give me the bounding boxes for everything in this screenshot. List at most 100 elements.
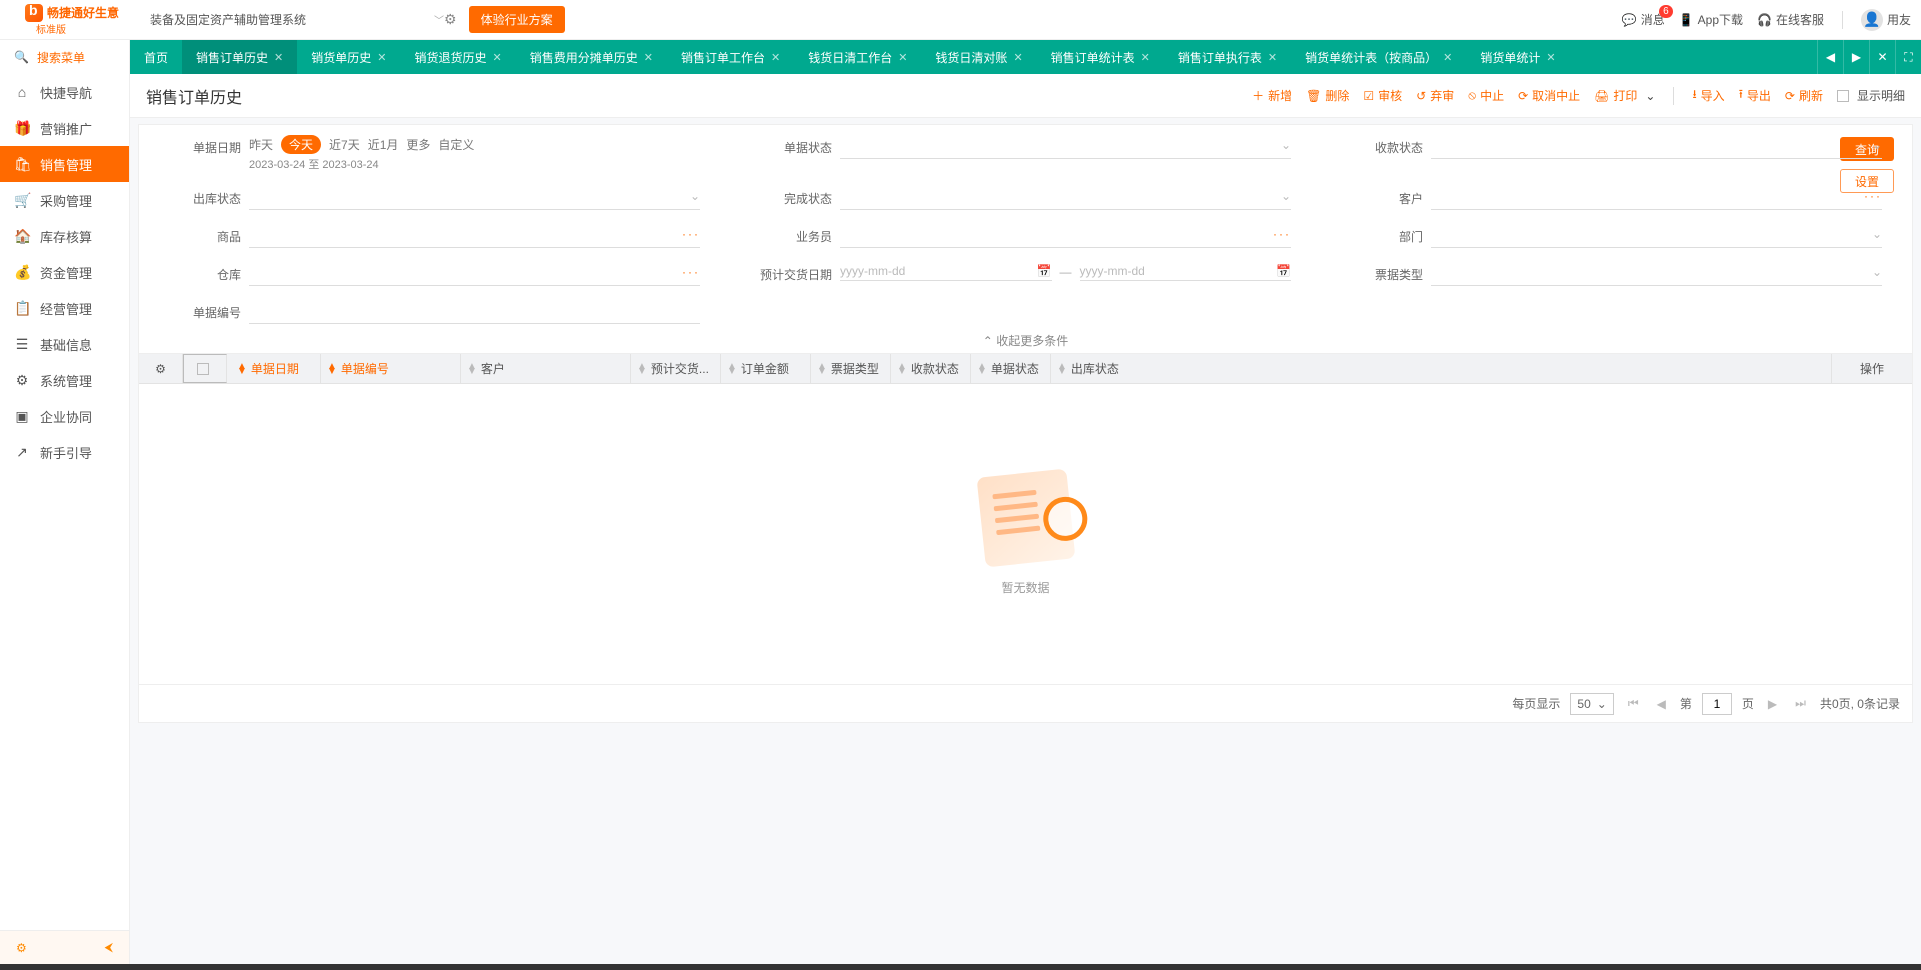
tab[interactable]: 销货单历史✕ xyxy=(297,40,400,74)
refresh-button[interactable]: ⟳刷新 xyxy=(1785,87,1823,104)
close-icon[interactable]: ✕ xyxy=(1443,51,1452,64)
tab-close-all[interactable]: ✕ xyxy=(1869,40,1895,74)
close-icon[interactable]: ✕ xyxy=(1013,51,1022,64)
filter-salesman[interactable]: ··· xyxy=(840,224,1291,248)
table-column-header[interactable]: ▲▼客户 xyxy=(461,354,631,383)
customer-service-button[interactable]: 🎧 在线客服 xyxy=(1757,11,1824,28)
sidebar-item[interactable]: 🛍销售管理 xyxy=(0,146,129,182)
page-input[interactable] xyxy=(1702,693,1732,715)
export-button[interactable]: ⭱导出 xyxy=(1739,85,1771,106)
column-label: 客户 xyxy=(481,360,505,377)
settings-icon[interactable]: ⚙ xyxy=(16,941,27,955)
table-column-header[interactable]: ▲▼单据编号 xyxy=(321,354,461,383)
add-button[interactable]: ＋新增 xyxy=(1252,87,1292,104)
gear-icon[interactable]: ⚙ xyxy=(444,11,457,28)
tab[interactable]: 销货单统计表（按商品）✕ xyxy=(1291,40,1466,74)
close-icon[interactable]: ✕ xyxy=(644,51,653,64)
date-chip[interactable]: 近7天 xyxy=(329,136,360,153)
date-chip[interactable]: 更多 xyxy=(406,136,430,153)
collapse-sidebar-icon[interactable]: ⮜ xyxy=(104,940,113,955)
tab[interactable]: 销售订单执行表✕ xyxy=(1164,40,1291,74)
page-last[interactable]: ⏭ xyxy=(1791,696,1810,711)
sidebar-item[interactable]: ↗新手引导 xyxy=(0,434,129,470)
table-column-header[interactable]: ▲▼出库状态 xyxy=(1051,354,1832,383)
date-chip[interactable]: 近1月 xyxy=(368,136,399,153)
sidebar-item[interactable]: 📋经营管理 xyxy=(0,290,129,326)
sidebar-item[interactable]: ☰基础信息 xyxy=(0,326,129,362)
tab[interactable]: 钱货日清对账✕ xyxy=(921,40,1036,74)
close-icon[interactable]: ✕ xyxy=(771,51,780,64)
sidebar-search-placeholder: 搜索菜单 xyxy=(37,49,85,66)
tab[interactable]: 销售费用分摊单历史✕ xyxy=(516,40,667,74)
tab[interactable]: 销售订单历史✕ xyxy=(182,40,297,74)
per-page-select[interactable]: 50⌄ xyxy=(1570,693,1613,715)
delete-button[interactable]: 🗑删除 xyxy=(1306,87,1349,104)
tab[interactable]: 销货退货历史✕ xyxy=(400,40,515,74)
table-column-header[interactable]: ▲▼预计交货... xyxy=(631,354,721,383)
filter-doc-no[interactable] xyxy=(249,300,700,324)
close-icon[interactable]: ✕ xyxy=(274,51,283,64)
filter-out-status[interactable]: ⌄ xyxy=(249,186,700,210)
page-next[interactable]: ▶ xyxy=(1764,697,1781,711)
table-column-header[interactable]: ▲▼票据类型 xyxy=(811,354,891,383)
sidebar-item[interactable]: 💰资金管理 xyxy=(0,254,129,290)
stop-button[interactable]: ⦸中止 xyxy=(1468,87,1504,104)
expect-date-to[interactable]: yyyy-mm-dd📅 xyxy=(1080,262,1292,281)
th-settings[interactable]: ⚙ xyxy=(139,354,183,383)
sidebar-item[interactable]: ⚙系统管理 xyxy=(0,362,129,398)
print-button[interactable]: 🖨打印⌄ xyxy=(1594,87,1655,104)
filter-warehouse[interactable]: ··· xyxy=(249,262,700,286)
date-chip[interactable]: 自定义 xyxy=(438,136,474,153)
tab[interactable]: 钱货日清工作台✕ xyxy=(794,40,921,74)
close-icon[interactable]: ✕ xyxy=(1141,51,1150,64)
sidebar-item[interactable]: 🛒采购管理 xyxy=(0,182,129,218)
page-prev[interactable]: ◀ xyxy=(1653,697,1670,711)
filter-dept[interactable]: ⌄ xyxy=(1431,224,1882,248)
close-icon[interactable]: ✕ xyxy=(898,51,907,64)
table-column-header[interactable]: ▲▼单据日期 xyxy=(231,354,321,383)
expect-date-from[interactable]: yyyy-mm-dd📅 xyxy=(840,262,1052,281)
filter-customer[interactable]: ··· xyxy=(1431,186,1882,210)
unstop-button[interactable]: ⟳取消中止 xyxy=(1518,87,1580,104)
tab-scroll-right[interactable]: ▶ xyxy=(1843,40,1869,74)
filter-doc-status[interactable]: ⌄ xyxy=(840,135,1291,159)
app-download-button[interactable]: 📱 App下载 xyxy=(1679,11,1743,28)
close-icon[interactable]: ✕ xyxy=(493,51,502,64)
table-column-header[interactable]: ▲▼订单金额 xyxy=(721,354,811,383)
sidebar-item[interactable]: ▣企业协同 xyxy=(0,398,129,434)
tab[interactable]: 销售订单工作台✕ xyxy=(667,40,794,74)
filter-pay-status[interactable]: ⌄ xyxy=(1431,135,1882,159)
user-menu[interactable]: 👤 用友 xyxy=(1861,9,1911,31)
tab[interactable]: 首页 xyxy=(130,40,182,74)
filter-ticket-type[interactable]: ⌄ xyxy=(1431,262,1882,286)
system-selector[interactable]: 装备及固定资产辅助管理系统 ﹀ xyxy=(150,11,444,28)
th-checkbox[interactable] xyxy=(183,354,227,383)
collapse-filters[interactable]: ⌃ 收起更多条件 xyxy=(138,328,1913,354)
close-icon[interactable]: ✕ xyxy=(1268,51,1277,64)
table-column-header[interactable]: ▲▼单据状态 xyxy=(971,354,1051,383)
sidebar-item[interactable]: ⌂快捷导航 xyxy=(0,74,129,110)
close-icon[interactable]: ✕ xyxy=(377,51,386,64)
fullscreen-icon[interactable]: ⛶ xyxy=(1895,40,1921,74)
tab[interactable]: 销售订单统计表✕ xyxy=(1037,40,1164,74)
filter-product[interactable]: ··· xyxy=(249,224,700,248)
audit-button[interactable]: ☑审核 xyxy=(1363,87,1402,104)
show-detail-toggle[interactable]: 显示明细 xyxy=(1837,87,1905,104)
tab-scroll-left[interactable]: ◀ xyxy=(1817,40,1843,74)
abandon-audit-button[interactable]: ↺弃审 xyxy=(1416,87,1454,104)
tab[interactable]: 销货单统计✕ xyxy=(1466,40,1569,74)
main-area: 首页销售订单历史✕销货单历史✕销货退货历史✕销售费用分摊单历史✕销售订单工作台✕… xyxy=(130,40,1921,964)
experience-button[interactable]: 体验行业方案 xyxy=(469,6,565,33)
messages-button[interactable]: 💬 消息 6 xyxy=(1622,11,1665,28)
date-chip[interactable]: 今天 xyxy=(281,135,321,154)
filter-done-status[interactable]: ⌄ xyxy=(840,186,1291,210)
close-icon[interactable]: ✕ xyxy=(1546,51,1555,64)
page-first[interactable]: ⏮ xyxy=(1624,696,1643,711)
sidebar-search[interactable]: 🔍 搜索菜单 xyxy=(0,40,129,74)
date-chip[interactable]: 昨天 xyxy=(249,136,273,153)
import-button[interactable]: ⭳导入 xyxy=(1692,85,1724,106)
sidebar-item[interactable]: 🏠库存核算 xyxy=(0,218,129,254)
sidebar-item[interactable]: 🎁营销推广 xyxy=(0,110,129,146)
table-column-header[interactable]: ▲▼收款状态 xyxy=(891,354,971,383)
user-name: 用友 xyxy=(1887,11,1911,28)
